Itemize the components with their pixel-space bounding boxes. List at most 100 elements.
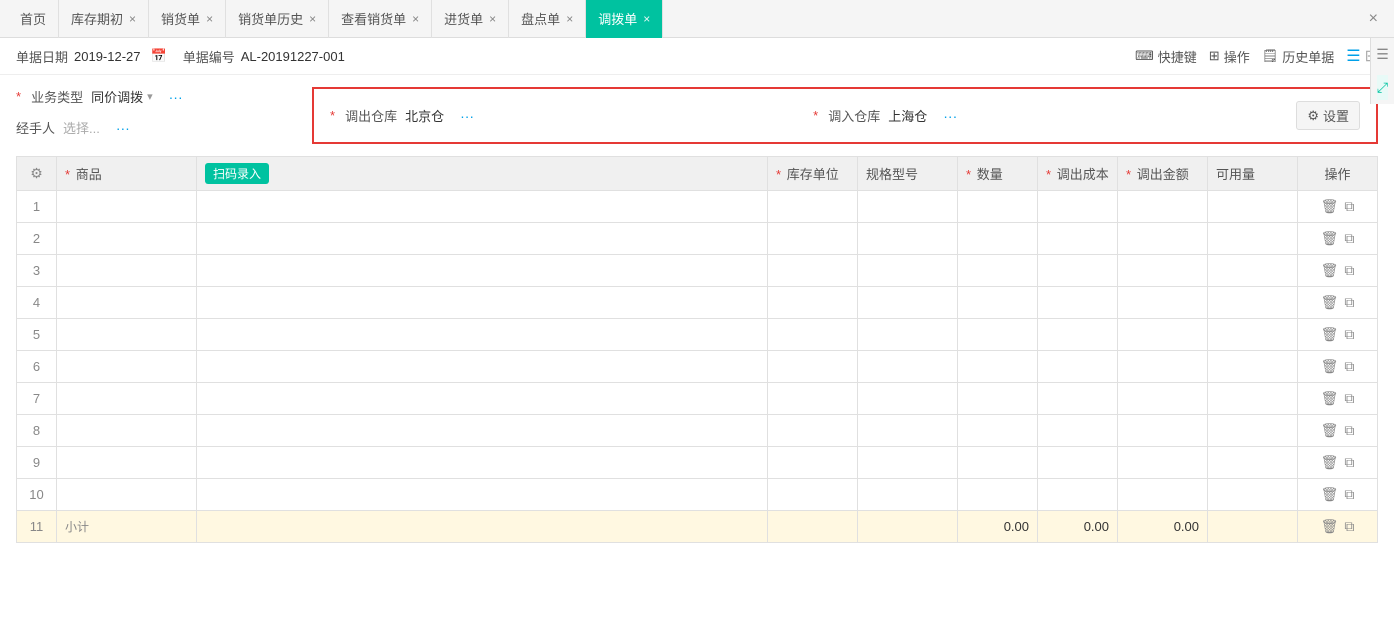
unit-cell[interactable] bbox=[768, 223, 858, 255]
amount-cell[interactable] bbox=[1118, 319, 1208, 351]
product-cell[interactable] bbox=[57, 479, 197, 511]
tab-close-view-sales[interactable]: × bbox=[412, 12, 419, 26]
date-value[interactable]: 2019-12-27 bbox=[74, 49, 141, 64]
qty-cell[interactable] bbox=[958, 447, 1038, 479]
copy-row-icon[interactable]: ⧉ bbox=[1344, 390, 1354, 407]
copy-row-icon[interactable]: ⧉ bbox=[1344, 326, 1354, 343]
tab-sales[interactable]: 销货单 × bbox=[149, 0, 226, 38]
delete-row-icon[interactable]: 🗑 bbox=[1321, 262, 1339, 279]
operation-btn[interactable]: ⊞ 操作 bbox=[1209, 47, 1250, 66]
cost-cell[interactable] bbox=[1038, 223, 1118, 255]
history-btn[interactable]: 🗒 历史单据 bbox=[1262, 47, 1335, 66]
copy-row-icon[interactable]: ⧉ bbox=[1344, 230, 1354, 247]
tab-purchase[interactable]: 进货单 × bbox=[432, 0, 509, 38]
spec-cell[interactable] bbox=[858, 287, 958, 319]
handler-input[interactable]: 选择... bbox=[63, 118, 100, 137]
delete-row-icon[interactable]: 🗑 bbox=[1321, 454, 1339, 471]
cost-cell[interactable] bbox=[1038, 351, 1118, 383]
copy-row-icon[interactable]: ⧉ bbox=[1344, 198, 1354, 215]
product-cell[interactable] bbox=[57, 351, 197, 383]
sidebar-list-icon[interactable]: ☰ bbox=[1376, 42, 1389, 67]
copy-row-icon[interactable]: ⧉ bbox=[1344, 486, 1354, 503]
shortcut-btn[interactable]: ⌨ 快捷键 bbox=[1135, 47, 1197, 66]
amount-cell[interactable] bbox=[1118, 223, 1208, 255]
delete-row-icon[interactable]: 🗑 bbox=[1321, 326, 1339, 343]
business-type-select[interactable]: 同价调拨 ▾ bbox=[91, 87, 153, 106]
cost-cell[interactable] bbox=[1038, 287, 1118, 319]
delete-row-icon[interactable]: 🗑 bbox=[1321, 358, 1339, 375]
product-cell[interactable] bbox=[57, 383, 197, 415]
product-cell[interactable] bbox=[57, 223, 197, 255]
tab-transfer[interactable]: 调拨单 × bbox=[586, 0, 663, 38]
spec-cell[interactable] bbox=[858, 447, 958, 479]
spec-cell[interactable] bbox=[858, 319, 958, 351]
delete-row-icon[interactable]: 🗑 bbox=[1321, 422, 1339, 439]
amount-cell[interactable] bbox=[1118, 415, 1208, 447]
spec-cell[interactable] bbox=[858, 415, 958, 447]
cost-cell[interactable] bbox=[1038, 415, 1118, 447]
cost-cell[interactable] bbox=[1038, 191, 1118, 223]
product-cell[interactable] bbox=[57, 255, 197, 287]
tab-view-sales[interactable]: 查看销货单 × bbox=[329, 0, 432, 38]
product-cell[interactable] bbox=[57, 287, 197, 319]
qty-cell[interactable] bbox=[958, 255, 1038, 287]
in-warehouse-more[interactable]: ··· bbox=[943, 108, 957, 124]
scan-input-btn[interactable]: 扫码录入 bbox=[205, 163, 269, 184]
unit-cell[interactable] bbox=[768, 351, 858, 383]
tab-close-sales-history[interactable]: × bbox=[309, 12, 316, 26]
spec-cell[interactable] bbox=[858, 223, 958, 255]
unit-cell[interactable] bbox=[768, 191, 858, 223]
subtotal-product-cell[interactable]: 小计 bbox=[57, 511, 197, 543]
tab-home[interactable]: 首页 bbox=[8, 0, 59, 38]
product-cell[interactable] bbox=[57, 319, 197, 351]
tab-inventory-init[interactable]: 库存期初 × bbox=[59, 0, 149, 38]
unit-cell[interactable] bbox=[768, 255, 858, 287]
amount-cell[interactable] bbox=[1118, 351, 1208, 383]
business-type-more[interactable]: ··· bbox=[169, 89, 183, 105]
cost-cell[interactable] bbox=[1038, 319, 1118, 351]
spec-cell[interactable] bbox=[858, 383, 958, 415]
spec-cell[interactable] bbox=[858, 351, 958, 383]
calendar-icon[interactable]: 📅 bbox=[151, 48, 167, 64]
out-warehouse-value[interactable]: 北京仓 bbox=[405, 106, 444, 125]
amount-cell[interactable] bbox=[1118, 191, 1208, 223]
delete-row-icon[interactable]: 🗑 bbox=[1321, 294, 1339, 311]
tab-close-transfer[interactable]: × bbox=[643, 12, 650, 26]
delete-row-icon[interactable]: 🗑 bbox=[1321, 198, 1339, 215]
qty-cell[interactable] bbox=[958, 287, 1038, 319]
product-cell[interactable] bbox=[57, 191, 197, 223]
copy-icon[interactable]: ⧉ bbox=[1344, 518, 1354, 535]
amount-cell[interactable] bbox=[1118, 383, 1208, 415]
delete-icon[interactable]: 🗑 bbox=[1321, 518, 1339, 535]
tab-close-sales[interactable]: × bbox=[206, 12, 213, 26]
qty-cell[interactable] bbox=[958, 319, 1038, 351]
qty-cell[interactable] bbox=[958, 415, 1038, 447]
cost-cell[interactable] bbox=[1038, 255, 1118, 287]
in-warehouse-value[interactable]: 上海仓 bbox=[888, 106, 927, 125]
cost-cell[interactable] bbox=[1038, 383, 1118, 415]
product-cell[interactable] bbox=[57, 447, 197, 479]
out-warehouse-more[interactable]: ··· bbox=[460, 108, 474, 124]
tab-close-inventory-init[interactable]: × bbox=[129, 12, 136, 26]
grid-view-1-btn[interactable]: ☰ bbox=[1346, 46, 1360, 66]
unit-cell[interactable] bbox=[768, 415, 858, 447]
unit-cell[interactable] bbox=[768, 383, 858, 415]
qty-cell[interactable] bbox=[958, 383, 1038, 415]
amount-cell[interactable] bbox=[1118, 255, 1208, 287]
cost-cell[interactable] bbox=[1038, 447, 1118, 479]
tab-inventory-check[interactable]: 盘点单 × bbox=[509, 0, 586, 38]
table-gear-icon[interactable]: ⚙ bbox=[30, 165, 43, 181]
tab-close-purchase[interactable]: × bbox=[489, 12, 496, 26]
tab-close-inventory-check[interactable]: × bbox=[566, 12, 573, 26]
delete-row-icon[interactable]: 🗑 bbox=[1321, 486, 1339, 503]
tab-sales-history[interactable]: 销货单历史 × bbox=[226, 0, 329, 38]
copy-row-icon[interactable]: ⧉ bbox=[1344, 294, 1354, 311]
copy-row-icon[interactable]: ⧉ bbox=[1344, 262, 1354, 279]
tab-bar-close-btn[interactable]: × bbox=[1361, 10, 1386, 28]
unit-cell[interactable] bbox=[768, 287, 858, 319]
qty-cell[interactable] bbox=[958, 223, 1038, 255]
qty-cell[interactable] bbox=[958, 191, 1038, 223]
cost-cell[interactable] bbox=[1038, 479, 1118, 511]
spec-cell[interactable] bbox=[858, 255, 958, 287]
delete-row-icon[interactable]: 🗑 bbox=[1321, 390, 1339, 407]
